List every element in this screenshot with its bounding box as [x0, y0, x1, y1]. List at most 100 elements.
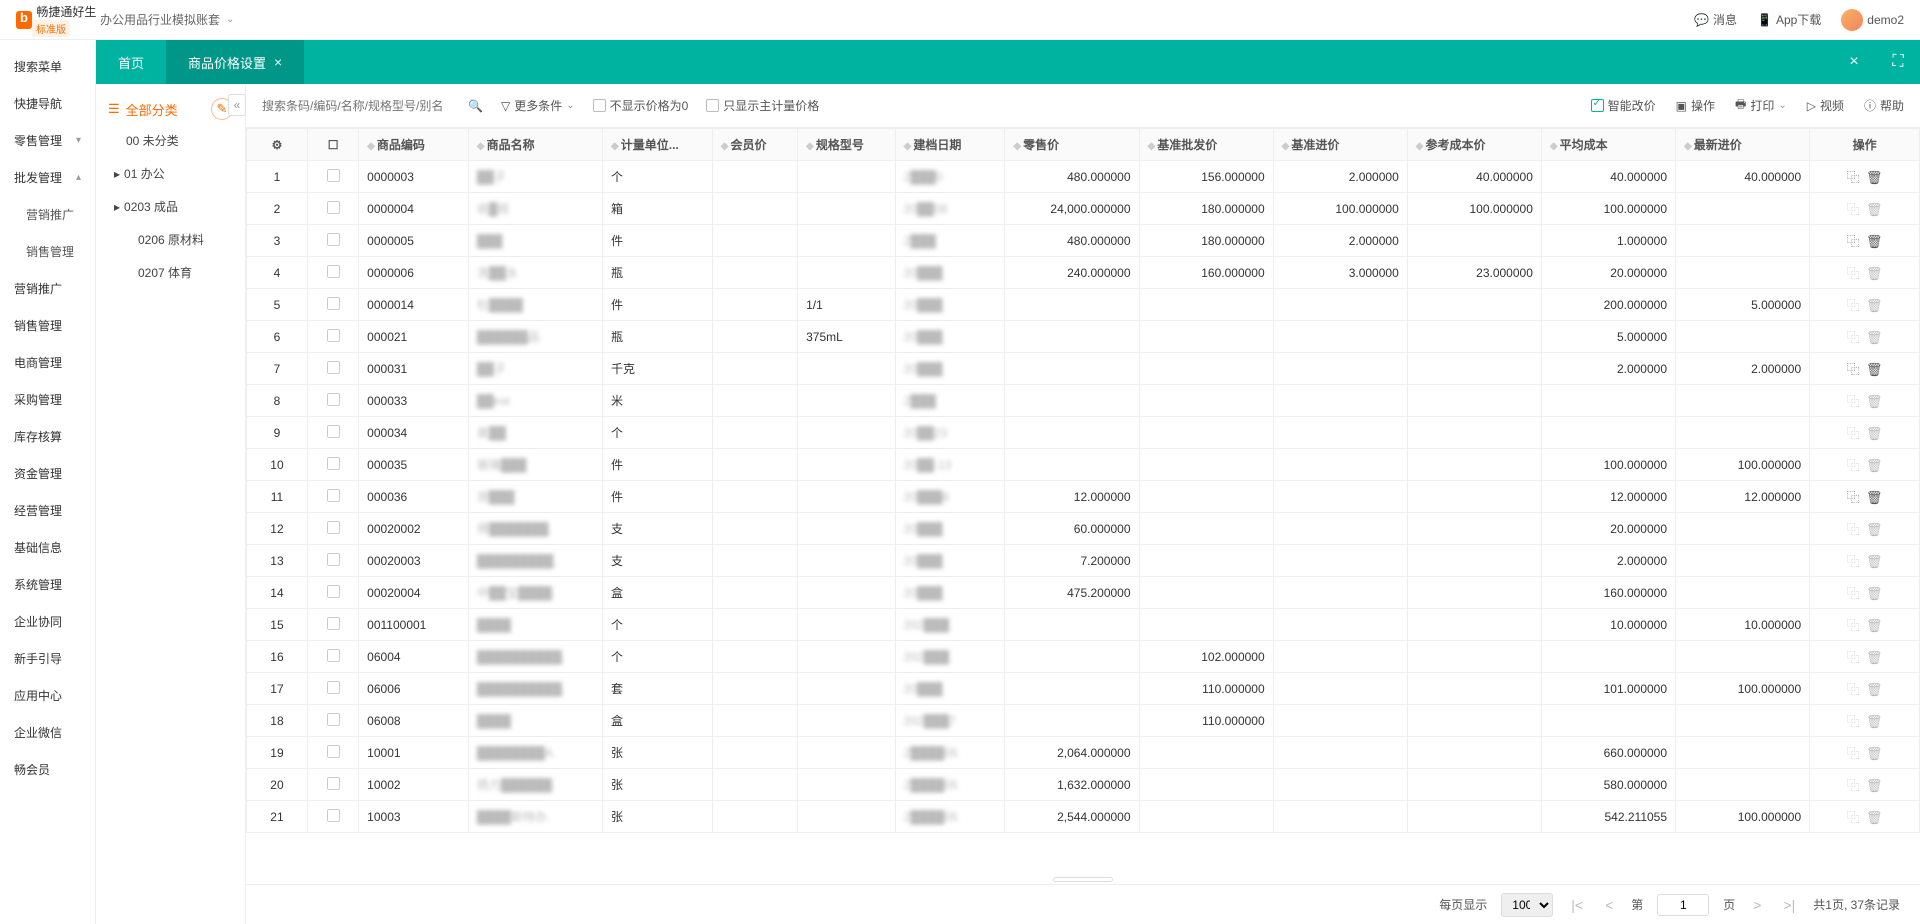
delete-icon[interactable]: 🗑 — [1866, 234, 1883, 249]
column-header[interactable]: ◆最新进价 — [1676, 129, 1810, 161]
more-filters-button[interactable]: ▽更多条件⌄ — [501, 97, 575, 114]
sidebar-item[interactable]: 资金管理 — [0, 455, 95, 492]
first-page-button[interactable]: |< — [1567, 897, 1587, 913]
sidebar-search[interactable]: 搜索菜单 — [0, 48, 95, 85]
smart-price-button[interactable]: 智能改价 — [1591, 97, 1656, 114]
sidebar-item[interactable]: 应用中心 — [0, 677, 95, 714]
row-checkbox[interactable] — [327, 329, 340, 342]
table-row[interactable]: 2010002扬力██████.张2████051,632.000000580.… — [247, 769, 1920, 801]
row-checkbox[interactable] — [327, 617, 340, 630]
search-box[interactable]: 🔍 — [262, 99, 483, 113]
copy-icon[interactable]: ⿻ — [1847, 522, 1860, 537]
copy-icon[interactable]: ⿻ — [1847, 458, 1860, 473]
delete-icon[interactable]: 🗑 — [1866, 810, 1883, 825]
row-checkbox[interactable] — [327, 745, 340, 758]
sidebar-item[interactable]: 销售管理 — [0, 307, 95, 344]
delete-icon[interactable]: 🗑 — [1866, 330, 1883, 345]
messages-button[interactable]: 💬消息 — [1694, 11, 1737, 28]
column-header[interactable]: ◆平均成本 — [1541, 129, 1675, 161]
row-checkbox[interactable] — [327, 297, 340, 310]
copy-icon[interactable]: ⿻ — [1847, 586, 1860, 601]
row-checkbox[interactable] — [327, 425, 340, 438]
row-checkbox[interactable] — [327, 713, 340, 726]
delete-icon[interactable]: 🗑 — [1866, 298, 1883, 313]
delete-icon[interactable]: 🗑 — [1866, 266, 1883, 281]
column-header[interactable]: ◆基准批发价 — [1139, 129, 1273, 161]
close-icon[interactable]: × — [274, 54, 282, 70]
select-all-column[interactable]: ☐ — [307, 129, 358, 161]
copy-icon[interactable]: ⿻ — [1847, 778, 1860, 793]
copy-icon[interactable]: ⿻ — [1847, 170, 1860, 185]
tree-item[interactable]: 0207 体育 — [96, 256, 245, 289]
row-checkbox[interactable] — [327, 361, 340, 374]
hide-zero-checkbox[interactable]: 不显示价格为0 — [593, 97, 689, 114]
copy-icon[interactable]: ⿻ — [1847, 330, 1860, 345]
row-checkbox[interactable] — [327, 553, 340, 566]
sidebar-item[interactable]: 企业协同 — [0, 603, 95, 640]
search-icon[interactable]: 🔍 — [468, 99, 483, 113]
sidebar-item[interactable]: 系统管理 — [0, 566, 95, 603]
delete-icon[interactable]: 🗑 — [1866, 618, 1883, 633]
copy-icon[interactable]: ⿻ — [1847, 746, 1860, 761]
row-checkbox[interactable] — [327, 457, 340, 470]
delete-icon[interactable]: 🗑 — [1866, 650, 1883, 665]
print-button[interactable]: 🖶打印⌄ — [1735, 95, 1787, 116]
search-input[interactable] — [262, 99, 462, 113]
delete-icon[interactable]: 🗑 — [1866, 714, 1883, 729]
row-checkbox[interactable] — [327, 393, 340, 406]
copy-icon[interactable]: ⿻ — [1847, 714, 1860, 729]
settings-column[interactable]: ⚙ — [247, 129, 308, 161]
sidebar-item[interactable]: 营销推广 — [0, 270, 95, 307]
copy-icon[interactable]: ⿻ — [1847, 682, 1860, 697]
delete-icon[interactable]: 🗑 — [1866, 554, 1883, 569]
copy-icon[interactable]: ⿻ — [1847, 650, 1860, 665]
tab-home[interactable]: 首页 — [96, 40, 166, 84]
delete-icon[interactable]: 🗑 — [1866, 778, 1883, 793]
table-row[interactable]: 50000014杜████件1/120███200.0000005.000000… — [247, 289, 1920, 321]
table-row[interactable]: 1910001████████A.张2████052,064.000000660… — [247, 737, 1920, 769]
copy-icon[interactable]: ⿻ — [1847, 298, 1860, 313]
page-input[interactable] — [1657, 894, 1709, 916]
page-size-select[interactable]: 100 — [1501, 893, 1553, 917]
sidebar-item[interactable]: 电商管理 — [0, 344, 95, 381]
prev-page-button[interactable]: < — [1601, 897, 1617, 913]
delete-icon[interactable]: 🗑 — [1866, 746, 1883, 761]
row-checkbox[interactable] — [327, 681, 340, 694]
table-row[interactable]: 1400020004中██宝████.盒20███475.200000160.0… — [247, 577, 1920, 609]
table-row[interactable]: 1200020002得███████.支20███60.00000020.000… — [247, 513, 1920, 545]
copy-icon[interactable]: ⿻ — [1847, 490, 1860, 505]
column-header[interactable]: ◆零售价 — [1005, 129, 1139, 161]
row-checkbox[interactable] — [327, 265, 340, 278]
table-row[interactable]: 6000021██████品瓶375mL20███5.000000⿻🗑 — [247, 321, 1920, 353]
table-row[interactable]: 9000034奥██个20██23⿻🗑 — [247, 417, 1920, 449]
table-row[interactable]: 2110003████新特办.张2████052,544.000000542.2… — [247, 801, 1920, 833]
sidebar-item[interactable]: 经营管理 — [0, 492, 95, 529]
sidebar-item[interactable]: 批发管理▴ — [0, 159, 95, 196]
column-header[interactable]: ◆基准进价 — [1273, 129, 1407, 161]
only-main-checkbox[interactable]: 只显示主计量价格 — [706, 97, 819, 114]
drag-handle-icon[interactable] — [1053, 877, 1113, 882]
row-checkbox[interactable] — [327, 169, 340, 182]
table-row[interactable]: 7000031██子千克20███2.0000002.000000⿻🗑 — [247, 353, 1920, 385]
delete-icon[interactable]: 🗑 — [1866, 394, 1883, 409]
help-button[interactable]: ⓘ帮助 — [1864, 97, 1904, 114]
row-checkbox[interactable] — [327, 489, 340, 502]
copy-icon[interactable]: ⿻ — [1847, 426, 1860, 441]
column-header[interactable]: ◆计量单位... — [603, 129, 713, 161]
tree-item[interactable]: 00 未分类 — [96, 124, 245, 157]
copy-icon[interactable]: ⿻ — [1847, 394, 1860, 409]
operations-button[interactable]: ▣操作 — [1676, 97, 1715, 114]
column-header[interactable]: ◆商品名称 — [468, 129, 602, 161]
delete-icon[interactable]: 🗑 — [1866, 458, 1883, 473]
table-row[interactable]: 1806008████盒202███7110.000000⿻🗑 — [247, 705, 1920, 737]
video-button[interactable]: ▷视频 — [1807, 97, 1844, 114]
row-checkbox[interactable] — [327, 649, 340, 662]
sidebar-item[interactable]: 新手引导 — [0, 640, 95, 677]
workspace-selector[interactable]: 办公用品行业模拟账套 ⌄ — [100, 11, 234, 28]
delete-icon[interactable]: 🗑 — [1866, 490, 1883, 505]
sidebar-item[interactable]: 快捷导航 — [0, 85, 95, 122]
sidebar-item[interactable]: 库存核算 — [0, 418, 95, 455]
delete-icon[interactable]: 🗑 — [1866, 682, 1883, 697]
sidebar-subitem[interactable]: 销售管理 — [0, 233, 95, 270]
table-row[interactable]: 1606004██████████.个202███102.000000⿻🗑 — [247, 641, 1920, 673]
